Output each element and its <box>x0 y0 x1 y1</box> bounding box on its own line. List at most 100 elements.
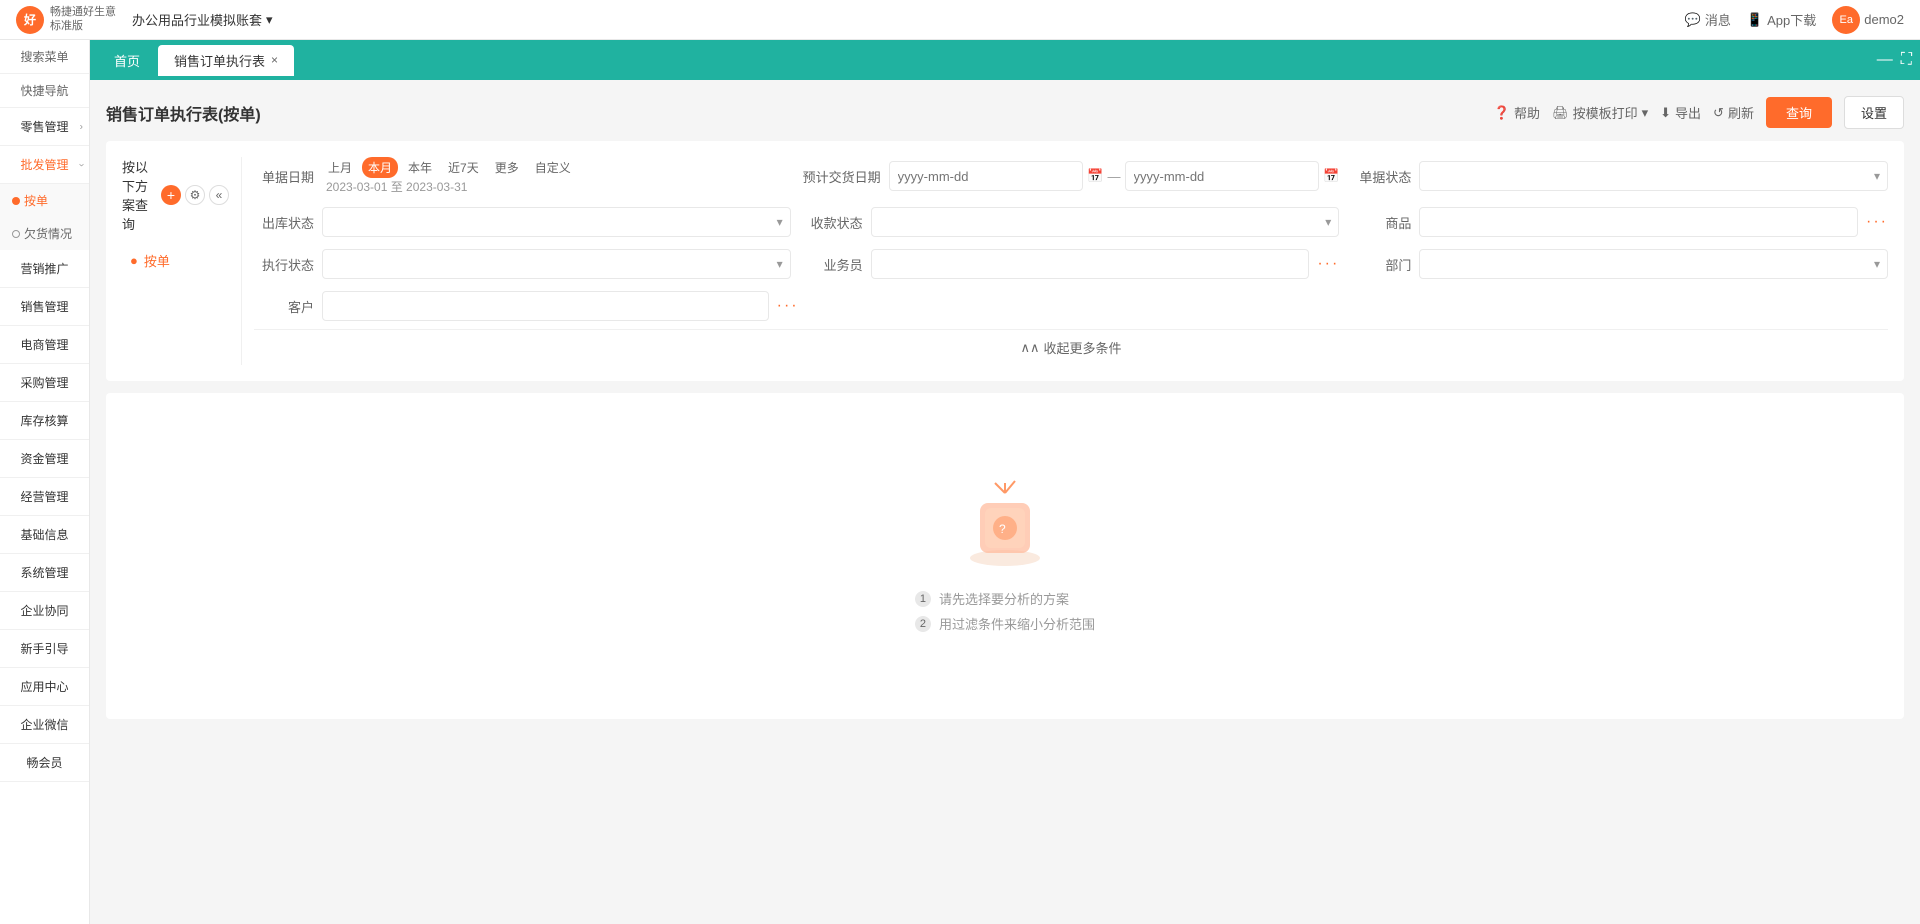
sidebar-quick-nav[interactable]: 快捷导航 <box>0 74 89 108</box>
inactive-dot-icon <box>12 230 20 238</box>
svg-text:?: ? <box>999 522 1006 536</box>
filter-goods: 商品 ··· <box>1351 207 1888 237</box>
department-select[interactable] <box>1419 249 1888 279</box>
date-btn-this-year[interactable]: 本年 <box>402 157 438 178</box>
salesperson-input[interactable] <box>871 249 1310 279</box>
sidebar-item-member[interactable]: 畅会员 <box>0 744 89 782</box>
scheme-add-button[interactable]: + <box>161 185 181 205</box>
calendar-start-icon[interactable]: 📅 <box>1087 168 1103 184</box>
sidebar-item-purchase[interactable]: 采购管理 <box>0 364 89 402</box>
tab-sales-order[interactable]: 销售订单执行表 × <box>158 45 294 76</box>
print-button[interactable]: 🖨 按模板打印 ▾ <box>1552 103 1648 122</box>
goods-input[interactable] <box>1419 207 1858 237</box>
print-icon: 🖨 <box>1552 105 1569 121</box>
step-num-2: 2 <box>915 616 931 632</box>
tab-bar-actions: — ⛶ <box>1877 51 1912 69</box>
tab-minimize-icon[interactable]: — <box>1877 51 1893 69</box>
step-num-1: 1 <box>915 591 931 607</box>
user-profile[interactable]: Ea demo2 <box>1832 6 1904 34</box>
company-selector[interactable]: 办公用品行业模拟账套 ▾ <box>124 10 281 29</box>
expected-date-start[interactable] <box>889 161 1084 191</box>
export-icon: ⬇ <box>1660 105 1671 121</box>
sidebar-item-system[interactable]: 系统管理 <box>0 554 89 592</box>
scheme-setting-button[interactable]: ⚙ <box>185 185 205 205</box>
page-actions: ❓ 帮助 🖨 按模板打印 ▾ ⬇ 导出 ↺ 刷新 <box>1494 96 1904 129</box>
top-bar: 好 畅捷通好生意 标准版 办公用品行业模拟账套 ▾ 💬 消息 📱 App下载 E… <box>0 0 1920 40</box>
sidebar-sub-item-order[interactable]: 按单 <box>0 184 89 217</box>
chevron-down-icon: › <box>76 163 87 166</box>
export-button[interactable]: ⬇ 导出 <box>1660 103 1701 122</box>
sidebar-item-enterprise[interactable]: 企业协同 <box>0 592 89 630</box>
tab-bar: 首页 销售订单执行表 × — ⛶ <box>90 40 1920 80</box>
filter-payment-status: 收款状态 <box>803 207 1340 237</box>
sidebar-search[interactable]: 搜索菜单 <box>0 40 89 74</box>
top-bar-right: 💬 消息 📱 App下载 Ea demo2 <box>1685 6 1904 34</box>
empty-step-2: 2 用过滤条件来缩小分析范围 <box>915 614 1095 633</box>
sidebar-item-ecommerce[interactable]: 电商管理 <box>0 326 89 364</box>
refresh-icon: ↺ <box>1713 105 1724 121</box>
empty-steps: 1 请先选择要分析的方案 2 用过滤条件来缩小分析范围 <box>915 589 1095 639</box>
sidebar-item-inventory[interactable]: 库存核算 <box>0 402 89 440</box>
customer-input[interactable] <box>322 291 769 321</box>
calendar-end-icon[interactable]: 📅 <box>1323 168 1339 184</box>
scheme-collapse-button[interactable]: « <box>209 185 229 205</box>
avatar: Ea <box>1832 6 1860 34</box>
expected-date-range: 📅 — 📅 <box>889 161 1340 191</box>
empty-step-1: 1 请先选择要分析的方案 <box>915 589 1095 608</box>
delivery-status-select[interactable] <box>322 207 791 237</box>
chevron-right-icon: › <box>80 121 83 132</box>
customer-more-icon[interactable]: ··· <box>777 297 799 315</box>
collapse-bar: ∧∧ 收起更多条件 <box>254 329 1888 365</box>
sidebar-item-base[interactable]: 基础信息 <box>0 516 89 554</box>
sidebar: 搜索菜单 快捷导航 零售管理 › 批发管理 › 按单 欠货情况 营销 <box>0 40 90 924</box>
status-select[interactable] <box>1419 161 1888 191</box>
date-btn-7days[interactable]: 近7天 <box>442 157 485 178</box>
delivery-status-wrapper <box>322 207 791 237</box>
print-arrow-icon: ▾ <box>1642 105 1649 121</box>
tab-close-icon[interactable]: × <box>271 53 278 67</box>
sidebar-item-appstore[interactable]: 应用中心 <box>0 668 89 706</box>
tab-maximize-icon[interactable]: ⛶ <box>1901 51 1912 69</box>
sidebar-item-retail[interactable]: 零售管理 › <box>0 108 89 146</box>
sidebar-item-wholesale[interactable]: 批发管理 › <box>0 146 89 184</box>
content-area: 首页 销售订单执行表 × — ⛶ 销售订单执行表(按单) ❓ 帮助 <box>90 40 1920 924</box>
sidebar-item-weixin[interactable]: 企业微信 <box>0 706 89 744</box>
page-header: 销售订单执行表(按单) ❓ 帮助 🖨 按模板打印 ▾ ⬇ 导出 <box>106 96 1904 129</box>
message-button[interactable]: 💬 消息 <box>1685 10 1731 29</box>
filter-delivery-status: 出库状态 <box>254 207 791 237</box>
filter-panel: 按以下方案查询 + ⚙ « ● 按单 <box>106 141 1904 381</box>
settings-button[interactable]: 设置 <box>1844 96 1904 129</box>
exec-status-select[interactable] <box>322 249 791 279</box>
tab-home[interactable]: 首页 <box>98 45 156 76</box>
salesperson-more-icon[interactable]: ··· <box>1317 255 1339 273</box>
date-range-display: 2023-03-01 至 2023-03-31 <box>326 178 791 195</box>
logo-icon: 好 <box>16 6 44 34</box>
query-button[interactable]: 查询 <box>1766 97 1832 128</box>
filter-customer: 客户 ··· <box>254 291 799 321</box>
scheme-header: 按以下方案查询 + ⚙ « <box>122 157 229 233</box>
sidebar-item-marketing[interactable]: 营销推广 <box>0 250 89 288</box>
sidebar-item-sales[interactable]: 销售管理 <box>0 288 89 326</box>
goods-more-icon[interactable]: ··· <box>1866 213 1888 231</box>
logo-area: 好 畅捷通好生意 标准版 <box>16 6 116 34</box>
date-btn-custom[interactable]: 自定义 <box>529 157 577 178</box>
app-download-button[interactable]: 📱 App下载 <box>1747 10 1816 29</box>
download-icon: 📱 <box>1747 12 1763 28</box>
help-button[interactable]: ❓ 帮助 <box>1494 103 1540 122</box>
filter-status: 单据状态 <box>1351 161 1888 191</box>
sidebar-item-operations[interactable]: 经营管理 <box>0 478 89 516</box>
date-btn-this-month[interactable]: 本月 <box>362 157 398 178</box>
department-wrapper <box>1419 249 1888 279</box>
status-select-wrapper <box>1419 161 1888 191</box>
expected-date-end[interactable] <box>1125 161 1320 191</box>
date-btn-more[interactable]: 更多 <box>489 157 525 178</box>
refresh-button[interactable]: ↺ 刷新 <box>1713 103 1754 122</box>
scheme-selector: 按以下方案查询 + ⚙ « ● 按单 <box>122 157 242 365</box>
sidebar-item-finance[interactable]: 资金管理 <box>0 440 89 478</box>
collapse-button[interactable]: ∧∧ 收起更多条件 <box>1020 338 1121 357</box>
scheme-item-order[interactable]: ● 按单 <box>122 245 229 276</box>
date-btn-last-month[interactable]: 上月 <box>322 157 358 178</box>
sidebar-item-guide[interactable]: 新手引导 <box>0 630 89 668</box>
payment-status-select[interactable] <box>871 207 1340 237</box>
sidebar-sub-item-debt[interactable]: 欠货情况 <box>0 217 89 250</box>
